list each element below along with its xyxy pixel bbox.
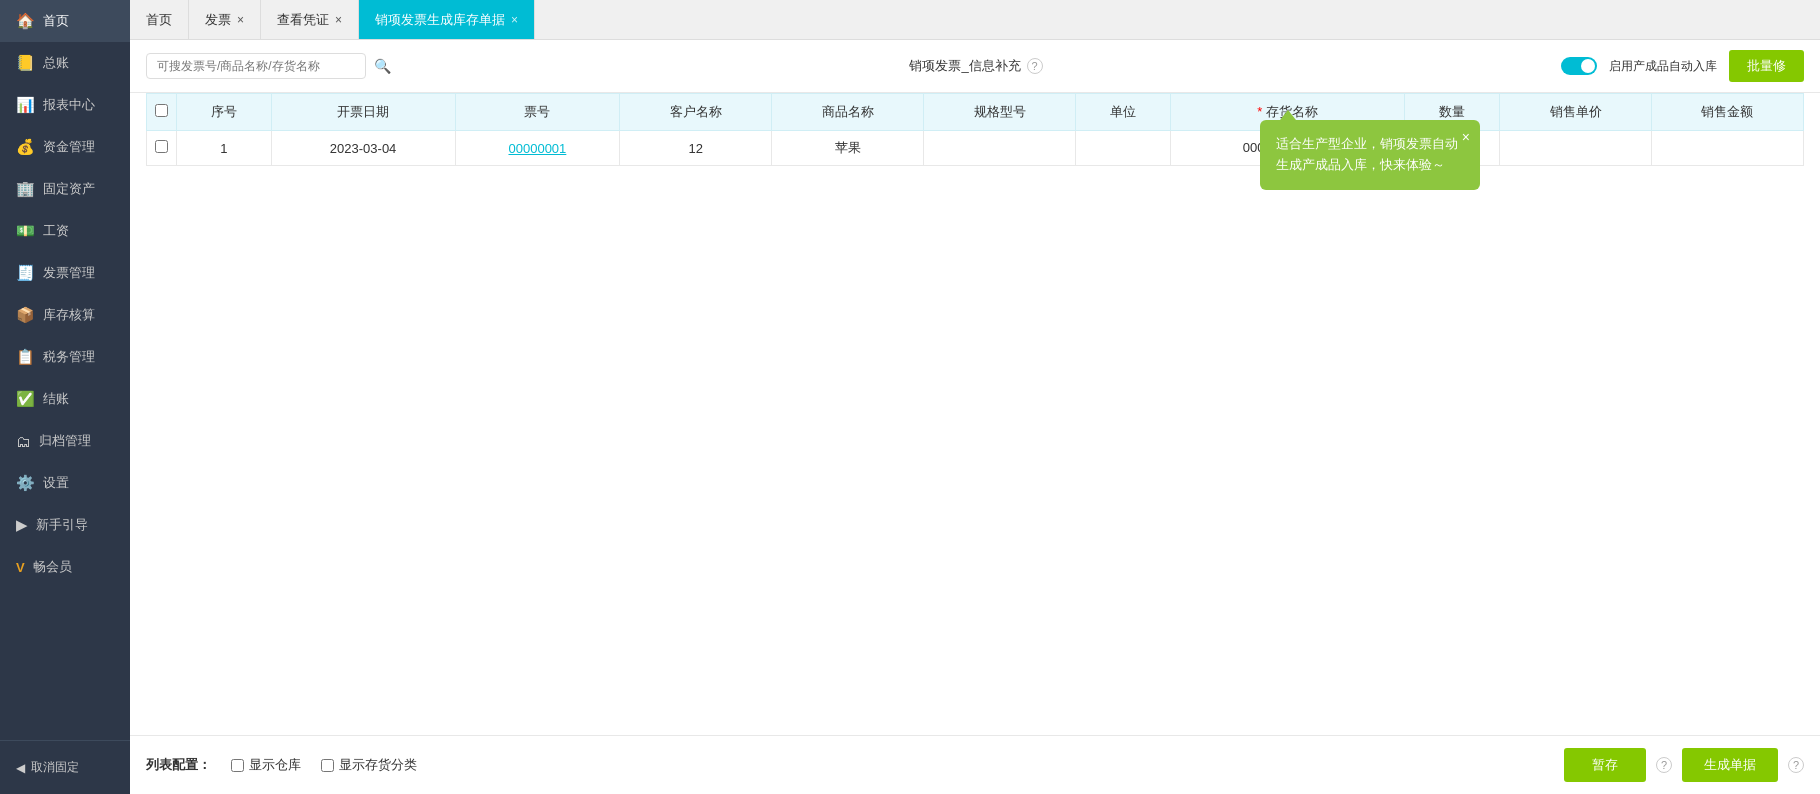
table-row: 1 2023-03-04 00000001 12 苹果 000001 苹果 个 … (147, 131, 1804, 166)
tab-inventory-slip-close[interactable]: × (511, 13, 518, 27)
sidebar-item-archive[interactable]: 🗂 归档管理 (0, 420, 130, 462)
settings-icon: ⚙️ (16, 474, 35, 492)
footer-left: 列表配置： 显示仓库 显示存货分类 (146, 756, 417, 774)
checkout-icon: ✅ (16, 390, 35, 408)
toolbar-center: 销项发票_信息补充 ? (909, 57, 1042, 75)
sidebar-item-funds[interactable]: 💰 资金管理 (0, 126, 130, 168)
sidebar-item-assets[interactable]: 🏢 固定资产 (0, 168, 130, 210)
cell-spec (924, 131, 1076, 166)
cell-product: 苹果 (772, 131, 924, 166)
save-button[interactable]: 暂存 (1564, 748, 1646, 782)
cell-seq: 1 (177, 131, 272, 166)
toolbar-right: 启用产成品自动入库 批量修 (1561, 50, 1804, 82)
tab-inventory-slip[interactable]: 销项发票生成库存单据 × (359, 0, 535, 39)
cell-unit-price (1500, 131, 1652, 166)
sidebar-bottom: ◀ 取消固定 (0, 740, 130, 794)
sidebar-item-tax[interactable]: 📋 税务管理 (0, 336, 130, 378)
vip-icon: V (16, 560, 25, 575)
cancel-fixed-button[interactable]: ◀ 取消固定 (0, 749, 130, 786)
sidebar-item-inventory[interactable]: 📦 库存核算 (0, 294, 130, 336)
tab-voucher-close[interactable]: × (335, 13, 342, 27)
generate-button[interactable]: 生成单据 (1682, 748, 1778, 782)
reports-icon: 📊 (16, 96, 35, 114)
col-product: 商品名称 (772, 94, 924, 131)
batch-edit-button[interactable]: 批量修 (1729, 50, 1804, 82)
search-input[interactable] (146, 53, 366, 79)
cell-amount (1651, 131, 1803, 166)
tab-voucher[interactable]: 查看凭证 × (261, 0, 359, 39)
page-content: 🔍 销项发票_信息补充 ? 启用产成品自动入库 批量修 (130, 40, 1820, 794)
main-content: 首页 发票 × 查看凭证 × 销项发票生成库存单据 × 🔍 销项发票_信息补充 … (130, 0, 1820, 794)
select-all-checkbox[interactable] (155, 104, 168, 117)
tax-icon: 📋 (16, 348, 35, 366)
col-customer: 客户名称 (620, 94, 772, 131)
col-unit: 单位 (1076, 94, 1171, 131)
tab-invoice-close[interactable]: × (237, 13, 244, 27)
cell-unit (1076, 131, 1171, 166)
sidebar: 🏠 首页 📒 总账 📊 报表中心 💰 资金管理 🏢 固定资产 💵 工资 🧾 发票… (0, 0, 130, 794)
archive-icon: 🗂 (16, 433, 31, 450)
row-checkbox[interactable] (155, 140, 168, 153)
table-container: 序号 开票日期 票号 客户名称 商品名称 规格型号 单位 存货名称 数量 销售单… (130, 93, 1820, 735)
assets-icon: 🏢 (16, 180, 35, 198)
cell-date: 2023-03-04 (271, 131, 455, 166)
sidebar-item-reports[interactable]: 📊 报表中心 (0, 84, 130, 126)
data-table: 序号 开票日期 票号 客户名称 商品名称 规格型号 单位 存货名称 数量 销售单… (146, 93, 1804, 166)
cell-ticket-no[interactable]: 00000001 (455, 131, 620, 166)
sidebar-item-ledger[interactable]: 📒 总账 (0, 42, 130, 84)
generate-help-icon[interactable]: ? (1788, 757, 1804, 773)
col-date: 开票日期 (271, 94, 455, 131)
funds-icon: 💰 (16, 138, 35, 156)
footer-right: 暂存 ? 生成单据 ? (1564, 748, 1804, 782)
search-icon: 🔍 (374, 58, 391, 74)
cell-customer: 12 (620, 131, 772, 166)
col-ticket-no: 票号 (455, 94, 620, 131)
sidebar-item-salary[interactable]: 💵 工资 (0, 210, 130, 252)
col-spec: 规格型号 (924, 94, 1076, 131)
toolbar-left: 🔍 (146, 53, 391, 79)
show-category-checkbox[interactable] (321, 759, 334, 772)
col-seq: 序号 (177, 94, 272, 131)
show-warehouse-checkbox[interactable] (231, 759, 244, 772)
guide-icon: ▶ (16, 516, 28, 534)
tooltip-arrow (1280, 110, 1296, 120)
sidebar-item-checkout[interactable]: ✅ 结账 (0, 378, 130, 420)
sidebar-item-home[interactable]: 🏠 首页 (0, 0, 130, 42)
info-help-icon[interactable]: ? (1027, 58, 1043, 74)
ledger-icon: 📒 (16, 54, 35, 72)
tab-home[interactable]: 首页 (130, 0, 189, 39)
toolbar: 🔍 销项发票_信息补充 ? 启用产成品自动入库 批量修 (130, 40, 1820, 93)
cancel-fixed-icon: ◀ (16, 761, 25, 775)
tooltip-overlay: × 适合生产型企业，销项发票自动生成产成品入库，快来体验～ (1260, 120, 1480, 190)
save-help-icon[interactable]: ? (1656, 757, 1672, 773)
sidebar-item-settings[interactable]: ⚙️ 设置 (0, 462, 130, 504)
home-icon: 🏠 (16, 12, 35, 30)
footer: 列表配置： 显示仓库 显示存货分类 暂存 ? 生成单据 ? (130, 735, 1820, 794)
select-all-header[interactable] (147, 94, 177, 131)
sidebar-item-guide[interactable]: ▶ 新手引导 (0, 504, 130, 546)
tab-invoice[interactable]: 发票 × (189, 0, 261, 39)
invoice-mgmt-icon: 🧾 (16, 264, 35, 282)
salary-icon: 💵 (16, 222, 35, 240)
inventory-icon: 📦 (16, 306, 35, 324)
show-warehouse-item: 显示仓库 (231, 756, 301, 774)
auto-storage-toggle[interactable] (1561, 57, 1597, 75)
show-category-item: 显示存货分类 (321, 756, 417, 774)
col-unit-price: 销售单价 (1500, 94, 1652, 131)
tab-bar: 首页 发票 × 查看凭证 × 销项发票生成库存单据 × (130, 0, 1820, 40)
tooltip-close-button[interactable]: × (1462, 126, 1470, 148)
col-amount: 销售金额 (1651, 94, 1803, 131)
sidebar-item-invoice-mgmt[interactable]: 🧾 发票管理 (0, 252, 130, 294)
sidebar-item-vip[interactable]: V 畅会员 (0, 546, 130, 588)
row-checkbox-cell[interactable] (147, 131, 177, 166)
